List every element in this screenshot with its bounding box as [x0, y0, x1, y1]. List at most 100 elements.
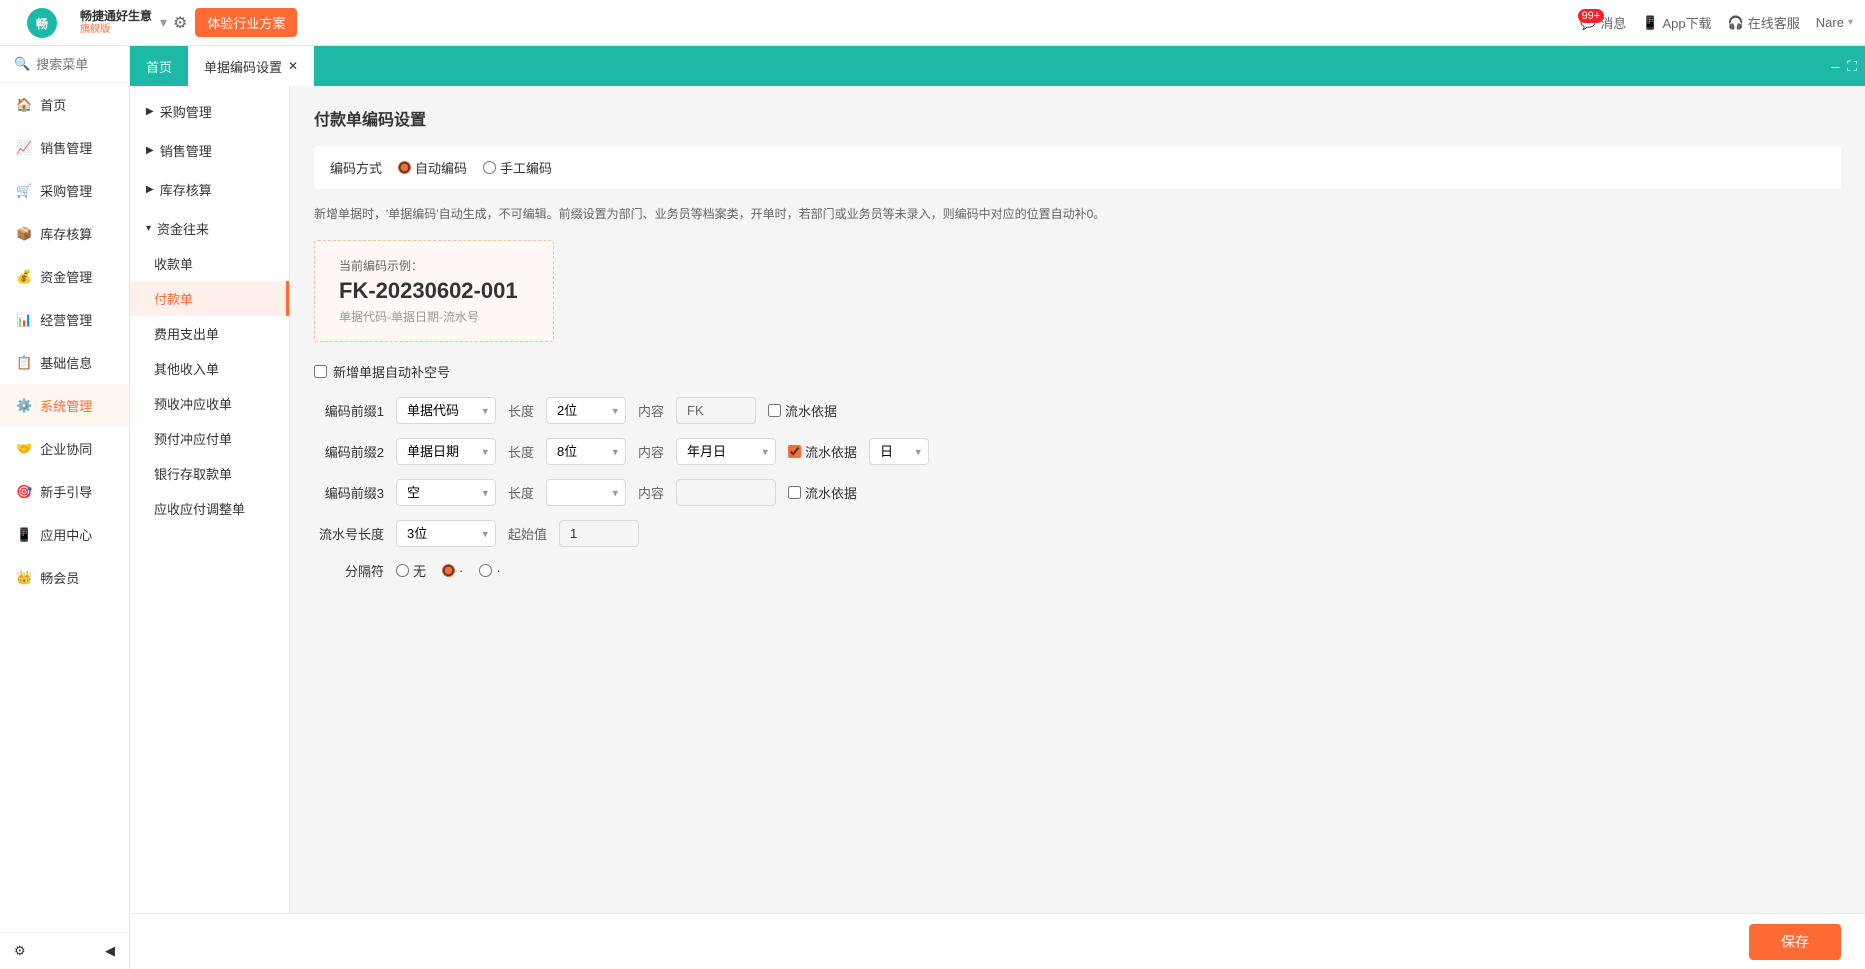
subnav-item-payment[interactable]: 付款单 [130, 281, 289, 316]
manual-encode-option[interactable]: 手工编码 [483, 158, 552, 177]
subnav-title-inventory[interactable]: ▶ 库存核算 [130, 172, 289, 207]
prefix1-serial-check[interactable]: 流水依据 [768, 401, 837, 420]
settings-icon[interactable]: ⚙ [173, 13, 187, 33]
headset-icon: 🎧 [1728, 15, 1744, 31]
sidebar-item-operation[interactable]: 📊 经营管理 [0, 298, 129, 341]
save-button[interactable]: 保存 [1749, 924, 1841, 960]
sep-dash-option[interactable]: · [442, 563, 463, 578]
sep-dash-radio[interactable] [442, 564, 455, 577]
sidebar-item-purchase[interactable]: 🛒 采购管理 [0, 169, 129, 212]
subnav-item-prepay-rec[interactable]: 预收冲应收单 [130, 386, 289, 421]
sep-dot-radio[interactable] [479, 564, 492, 577]
subnav-item-bank[interactable]: 银行存取款单 [130, 456, 289, 491]
separator-radio-group: 无 · · [396, 561, 501, 580]
search-input[interactable] [36, 57, 115, 72]
prefix3-content-label: 内容 [638, 483, 664, 502]
app-download-item[interactable]: 📱 App下载 [1642, 13, 1711, 32]
sidebar-item-enterprise[interactable]: 🤝 企业协同 [0, 427, 129, 470]
prefix3-serial-checkbox[interactable] [788, 486, 801, 499]
prefix1-content-label: 内容 [638, 401, 664, 420]
subnav-item-prepay-pay[interactable]: 预付冲应付单 [130, 421, 289, 456]
prefix3-serial-label: 流水依据 [805, 483, 857, 502]
collapse-icon[interactable]: ◀ [105, 943, 115, 959]
service-item[interactable]: 🎧 在线客服 [1728, 13, 1800, 32]
prefix3-length-select[interactable] [546, 479, 626, 506]
prefix3-serial-check[interactable]: 流水依据 [788, 483, 857, 502]
sidebar-item-sales[interactable]: 📈 销售管理 [0, 126, 129, 169]
tab-maximize-icon[interactable]: ⛶ [1847, 58, 1857, 75]
sidebar-item-finance[interactable]: 💰 资金管理 [0, 255, 129, 298]
sep-none-radio[interactable] [396, 564, 409, 577]
subnav-item-adjust[interactable]: 应收应付调整单 [130, 491, 289, 526]
preview-desc: 单据代码-单据日期-流水号 [339, 308, 529, 325]
trial-button[interactable]: 体验行业方案 [195, 8, 297, 37]
prefix3-select[interactable]: 空 [396, 479, 496, 506]
purchase-icon: 🛒 [16, 183, 32, 199]
tab-minimize-icon[interactable]: – [1831, 58, 1839, 74]
message-item[interactable]: 💬 99+ 消息 [1580, 13, 1626, 32]
sidebar-item-apps[interactable]: 📱 应用中心 [0, 513, 129, 556]
auto-encode-radio[interactable] [398, 161, 411, 174]
prefix2-row: 编码前缀2 单据日期 长度 8位 内容 [314, 438, 1841, 465]
subnav-title-capital[interactable]: ▾ 资金往来 [130, 211, 289, 246]
prefix1-serial-checkbox[interactable] [768, 404, 781, 417]
prefix1-length-select[interactable]: 2位 [546, 397, 626, 424]
prefix2-serial-check[interactable]: 流水依据 [788, 442, 857, 461]
user-item[interactable]: Nare ▾ [1816, 15, 1853, 30]
start-value-input[interactable] [559, 520, 639, 547]
tab-encoding[interactable]: 单据编码设置 ✕ [188, 46, 314, 86]
page-title: 付款单编码设置 [314, 106, 1841, 130]
enterprise-icon: 🤝 [16, 441, 32, 457]
prefix2-serial-select[interactable]: 日 [869, 438, 929, 465]
auto-fill-checkbox[interactable] [314, 365, 327, 378]
start-value-label: 起始值 [508, 524, 547, 543]
sidebar-item-member[interactable]: 👑 畅会员 [0, 556, 129, 599]
prefix2-serial-checkbox[interactable] [788, 445, 801, 458]
chevron-right-icon: ▶ [146, 106, 154, 117]
separator-label: 分隔符 [314, 561, 384, 580]
form-area: 付款单编码设置 编码方式 自动编码 手工编码 [290, 86, 1865, 913]
subnav-item-income[interactable]: 其他收入单 [130, 351, 289, 386]
serial-length-select[interactable]: 3位 [396, 520, 496, 547]
prefix2-content-select[interactable]: 年月日 [676, 438, 776, 465]
sidebar-item-guide[interactable]: 🎯 新手引导 [0, 470, 129, 513]
prefix2-select[interactable]: 单据日期 [396, 438, 496, 465]
separator-row: 分隔符 无 · · [314, 561, 1841, 580]
operation-icon: 📊 [16, 312, 32, 328]
chevron-right-icon-3: ▶ [146, 184, 154, 195]
prefix1-row: 编码前缀1 单据代码 长度 2位 内容 [314, 397, 1841, 424]
tab-close-icon[interactable]: ✕ [288, 59, 298, 73]
sep-dash-char: · [459, 563, 463, 578]
prefix3-select-wrapper: 空 [396, 479, 496, 506]
tab-home[interactable]: 首页 [130, 46, 188, 86]
serial-row: 流水号长度 3位 起始值 [314, 520, 1841, 547]
bottom-bar: 保存 [130, 913, 1865, 969]
sep-dot-option[interactable]: · [479, 563, 500, 578]
prefix3-row: 编码前缀3 空 长度 内容 [314, 479, 1841, 506]
nav-chevron-icon[interactable]: ▾ [160, 14, 167, 31]
sidebar-item-basic[interactable]: 📋 基础信息 [0, 341, 129, 384]
sub-nav: ▶ 采购管理 ▶ 销售管理 ▶ 库存核算 [130, 86, 290, 913]
sidebar-item-inventory[interactable]: 📦 库存核算 [0, 212, 129, 255]
prefix2-label: 编码前缀2 [314, 442, 384, 461]
basic-icon: 📋 [16, 355, 32, 371]
serial-length-label: 流水号长度 [314, 524, 384, 543]
subnav-item-receipt[interactable]: 收款单 [130, 246, 289, 281]
sidebar-item-system[interactable]: ⚙️ 系统管理 [0, 384, 129, 427]
subnav-title-purchase[interactable]: ▶ 采购管理 [130, 94, 289, 129]
prefix1-select[interactable]: 单据代码 [396, 397, 496, 424]
settings-gear-icon[interactable]: ⚙ [14, 943, 26, 959]
subnav-title-sales[interactable]: ▶ 销售管理 [130, 133, 289, 168]
tab-bar: 首页 单据编码设置 ✕ – ⛶ [130, 46, 1865, 86]
prefix1-label: 编码前缀1 [314, 401, 384, 420]
manual-encode-radio[interactable] [483, 161, 496, 174]
sep-none-option[interactable]: 无 [396, 561, 426, 580]
prefix1-length-wrapper: 2位 [546, 397, 626, 424]
search-icon: 🔍 [14, 56, 30, 72]
prefix1-serial-label: 流水依据 [785, 401, 837, 420]
subnav-item-expense[interactable]: 费用支出单 [130, 316, 289, 351]
page-content: ▶ 采购管理 ▶ 销售管理 ▶ 库存核算 [130, 86, 1865, 913]
sidebar-item-home[interactable]: 🏠 首页 [0, 83, 129, 126]
auto-encode-option[interactable]: 自动编码 [398, 158, 467, 177]
prefix2-length-select[interactable]: 8位 [546, 438, 626, 465]
